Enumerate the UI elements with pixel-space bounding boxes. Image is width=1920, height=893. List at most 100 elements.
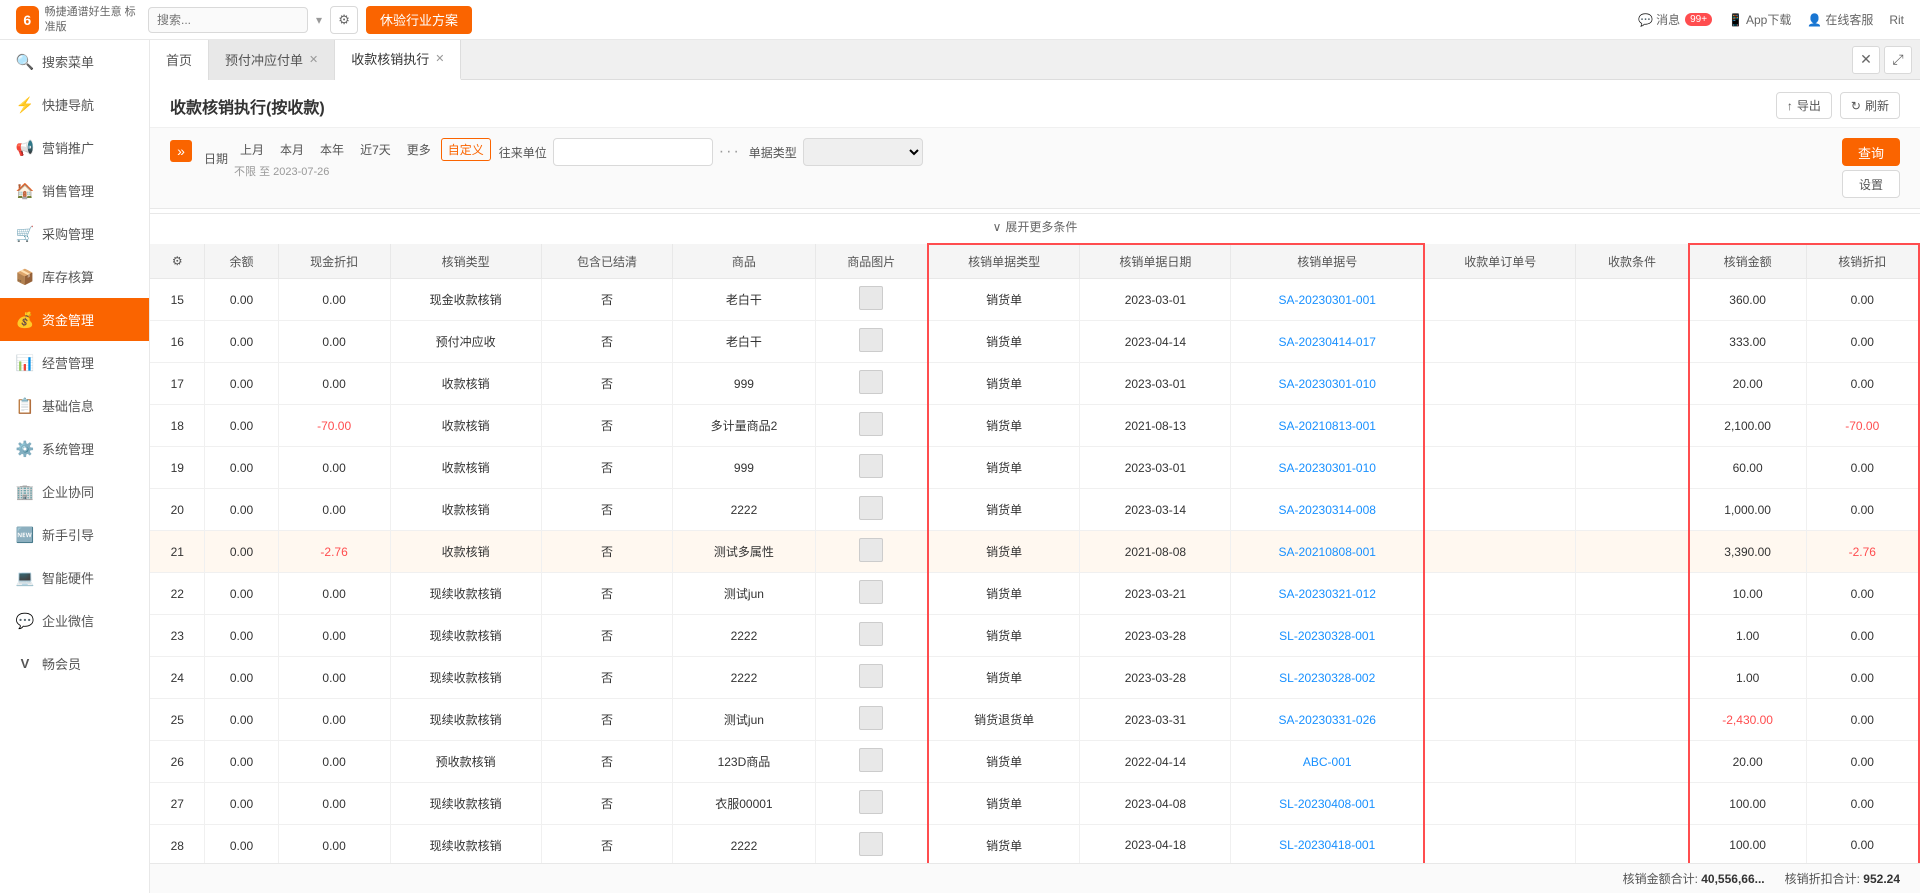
cell-writeoff-discount: -70.00 <box>1806 405 1919 447</box>
hardware-icon: 💻 <box>16 569 34 587</box>
gear-button[interactable]: ⚙ <box>330 6 358 34</box>
th-writeoff-type: 核销类型 <box>390 244 541 279</box>
table-row: 25 0.00 0.00 现续收款核销 否 测试jun 销货退货单 2023-0… <box>150 699 1919 741</box>
vouchertype-select[interactable] <box>803 138 923 166</box>
table-wrapper[interactable]: ⚙ 余额 现金折扣 核销类型 包含已结清 商品 商品图片 核销单据类型 核销单据… <box>150 243 1920 863</box>
cell-vo-no: SA-20230331-026 <box>1231 699 1424 741</box>
date-this-month-btn[interactable]: 本月 <box>274 139 310 160</box>
sidebar-item-enterprise[interactable]: 🏢 企业协同 <box>0 470 149 513</box>
sidebar-item-inventory[interactable]: 📦 库存核算 <box>0 255 149 298</box>
sidebar-item-guide[interactable]: 🆕 新手引导 <box>0 513 149 556</box>
cell-vo-no: SA-20230301-001 <box>1231 279 1424 321</box>
cell-writeoff-discount: 0.00 <box>1806 447 1919 489</box>
cell-included: 否 <box>541 321 673 363</box>
date-more-btn[interactable]: 更多 <box>401 139 437 160</box>
cell-cash-discount: 0.00 <box>278 615 390 657</box>
sidebar-item-quick-nav[interactable]: ⚡ 快捷导航 <box>0 83 149 126</box>
export-button[interactable]: ↑ 导出 <box>1776 92 1832 119</box>
message-btn[interactable]: 💬 消息 99+ <box>1638 11 1712 28</box>
cell-cash-discount: 0.00 <box>278 783 390 825</box>
cell-included: 否 <box>541 615 673 657</box>
page-header-actions: ↑ 导出 ↻ 刷新 <box>1776 92 1900 119</box>
cell-vo-date: 2021-08-13 <box>1080 405 1231 447</box>
sidebar-item-system[interactable]: ⚙️ 系统管理 <box>0 427 149 470</box>
cell-product-image <box>815 825 928 864</box>
sidebar-item-wechat[interactable]: 💬 企业微信 <box>0 599 149 642</box>
cell-included: 否 <box>541 363 673 405</box>
date-range-text: 不限 至 2023-07-26 <box>234 163 491 179</box>
sidebar-item-marketing[interactable]: 📢 营销推广 <box>0 126 149 169</box>
sidebar-item-purchase[interactable]: 🛒 采购管理 <box>0 212 149 255</box>
cell-receipt-order <box>1424 531 1576 573</box>
date-custom-btn[interactable]: 自定义 <box>441 138 491 161</box>
table-row: 18 0.00 -70.00 收款核销 否 多计量商品2 销货单 2021-08… <box>150 405 1919 447</box>
date-this-year-btn[interactable]: 本年 <box>314 139 350 160</box>
date-7days-btn[interactable]: 近7天 <box>354 139 397 160</box>
tab-receipts-close-icon[interactable]: ✕ <box>435 52 444 65</box>
cell-included: 否 <box>541 825 673 864</box>
table-area: ⚙ 余额 现金折扣 核销类型 包含已结清 商品 商品图片 核销单据类型 核销单据… <box>150 243 1920 893</box>
th-receipt-cond: 收款条件 <box>1576 244 1689 279</box>
cell-vo-date: 2023-03-01 <box>1080 447 1231 489</box>
cell-vo-date: 2023-03-21 <box>1080 573 1231 615</box>
logo-text: 畅捷通谱好生意 标准版 <box>45 5 136 34</box>
cell-product-image <box>815 321 928 363</box>
refresh-button[interactable]: ↻ 刷新 <box>1840 92 1900 119</box>
sidebar-item-funds[interactable]: 💰 资金管理 <box>0 298 149 341</box>
cell-receipt-order <box>1424 657 1576 699</box>
tab-receipts[interactable]: 收款核销执行 ✕ <box>335 40 461 80</box>
more-conditions-btn[interactable]: ∨ 展开更多条件 <box>150 213 1920 239</box>
cell-no: 22 <box>150 573 205 615</box>
query-button[interactable]: 查询 <box>1842 138 1900 166</box>
table-row: 23 0.00 0.00 现续收款核销 否 2222 销货单 2023-03-2… <box>150 615 1919 657</box>
tab-home[interactable]: 首页 <box>150 40 209 80</box>
date-last-month-btn[interactable]: 上月 <box>234 139 270 160</box>
solution-button[interactable]: 休验行业方案 <box>366 6 472 34</box>
tab-close-all-btn[interactable]: ✕ <box>1852 46 1880 74</box>
breadcrumb-input[interactable] <box>148 7 308 33</box>
sidebar-label: 畅会员 <box>42 654 81 673</box>
th-product: 商品 <box>673 244 815 279</box>
operations-icon: 📊 <box>16 354 34 372</box>
app-download-btn[interactable]: 📱 App下载 <box>1728 11 1791 28</box>
cell-receipt-order <box>1424 405 1576 447</box>
sidebar-item-search[interactable]: 🔍 搜索菜单 <box>0 40 149 83</box>
sidebar-label: 快捷导航 <box>42 95 94 114</box>
cell-receipt-cond <box>1576 489 1689 531</box>
tab-bar: 首页 预付冲应付单 ✕ 收款核销执行 ✕ ✕ ⤢ <box>150 40 1920 80</box>
sidebar-item-operations[interactable]: 📊 经营管理 <box>0 341 149 384</box>
online-service-btn[interactable]: 👤 在线客服 <box>1807 11 1873 28</box>
cell-writeoff-discount: 0.00 <box>1806 825 1919 864</box>
cell-product: 999 <box>673 363 815 405</box>
tab-prepay[interactable]: 预付冲应付单 ✕ <box>209 40 335 80</box>
cell-balance: 0.00 <box>205 405 278 447</box>
cell-writeoff-discount: 0.00 <box>1806 657 1919 699</box>
cell-vo-type: 销货单 <box>928 279 1080 321</box>
user-name[interactable]: Rit <box>1889 13 1904 27</box>
cell-receipt-cond <box>1576 279 1689 321</box>
sidebar-item-sales[interactable]: 🏠 销售管理 <box>0 169 149 212</box>
counterparty-input[interactable] <box>553 138 713 166</box>
cell-writeoff-amount: 20.00 <box>1689 363 1806 405</box>
tab-maximize-btn[interactable]: ⤢ <box>1884 46 1912 74</box>
sidebar-item-hardware[interactable]: 💻 智能硬件 <box>0 556 149 599</box>
footer-writeoff-total: 核销金额合计: 40,556,66... <box>1623 870 1765 887</box>
cell-writeoff-amount: 100.00 <box>1689 783 1806 825</box>
setting-button[interactable]: 设置 <box>1842 170 1900 198</box>
cell-no: 19 <box>150 447 205 489</box>
sidebar-item-basic[interactable]: 📋 基础信息 <box>0 384 149 427</box>
tab-prepay-close-icon[interactable]: ✕ <box>309 53 318 66</box>
cell-receipt-order <box>1424 321 1576 363</box>
cell-product-image <box>815 573 928 615</box>
counterparty-label: 往来单位 <box>499 144 547 161</box>
cell-writeoff-amount: -2,430.00 <box>1689 699 1806 741</box>
sidebar-item-member[interactable]: V 畅会员 <box>0 642 149 685</box>
cell-writeoff-amount: 1,000.00 <box>1689 489 1806 531</box>
filter-expand-button[interactable]: » <box>170 140 192 162</box>
refresh-icon: ↻ <box>1851 99 1861 113</box>
top-bar-middle: ▾ ⚙ 休验行业方案 <box>148 6 1626 34</box>
cell-writeoff-type: 收款核销 <box>390 363 541 405</box>
cell-vo-type: 销货单 <box>928 783 1080 825</box>
th-settings[interactable]: ⚙ <box>150 244 205 279</box>
cell-no: 17 <box>150 363 205 405</box>
